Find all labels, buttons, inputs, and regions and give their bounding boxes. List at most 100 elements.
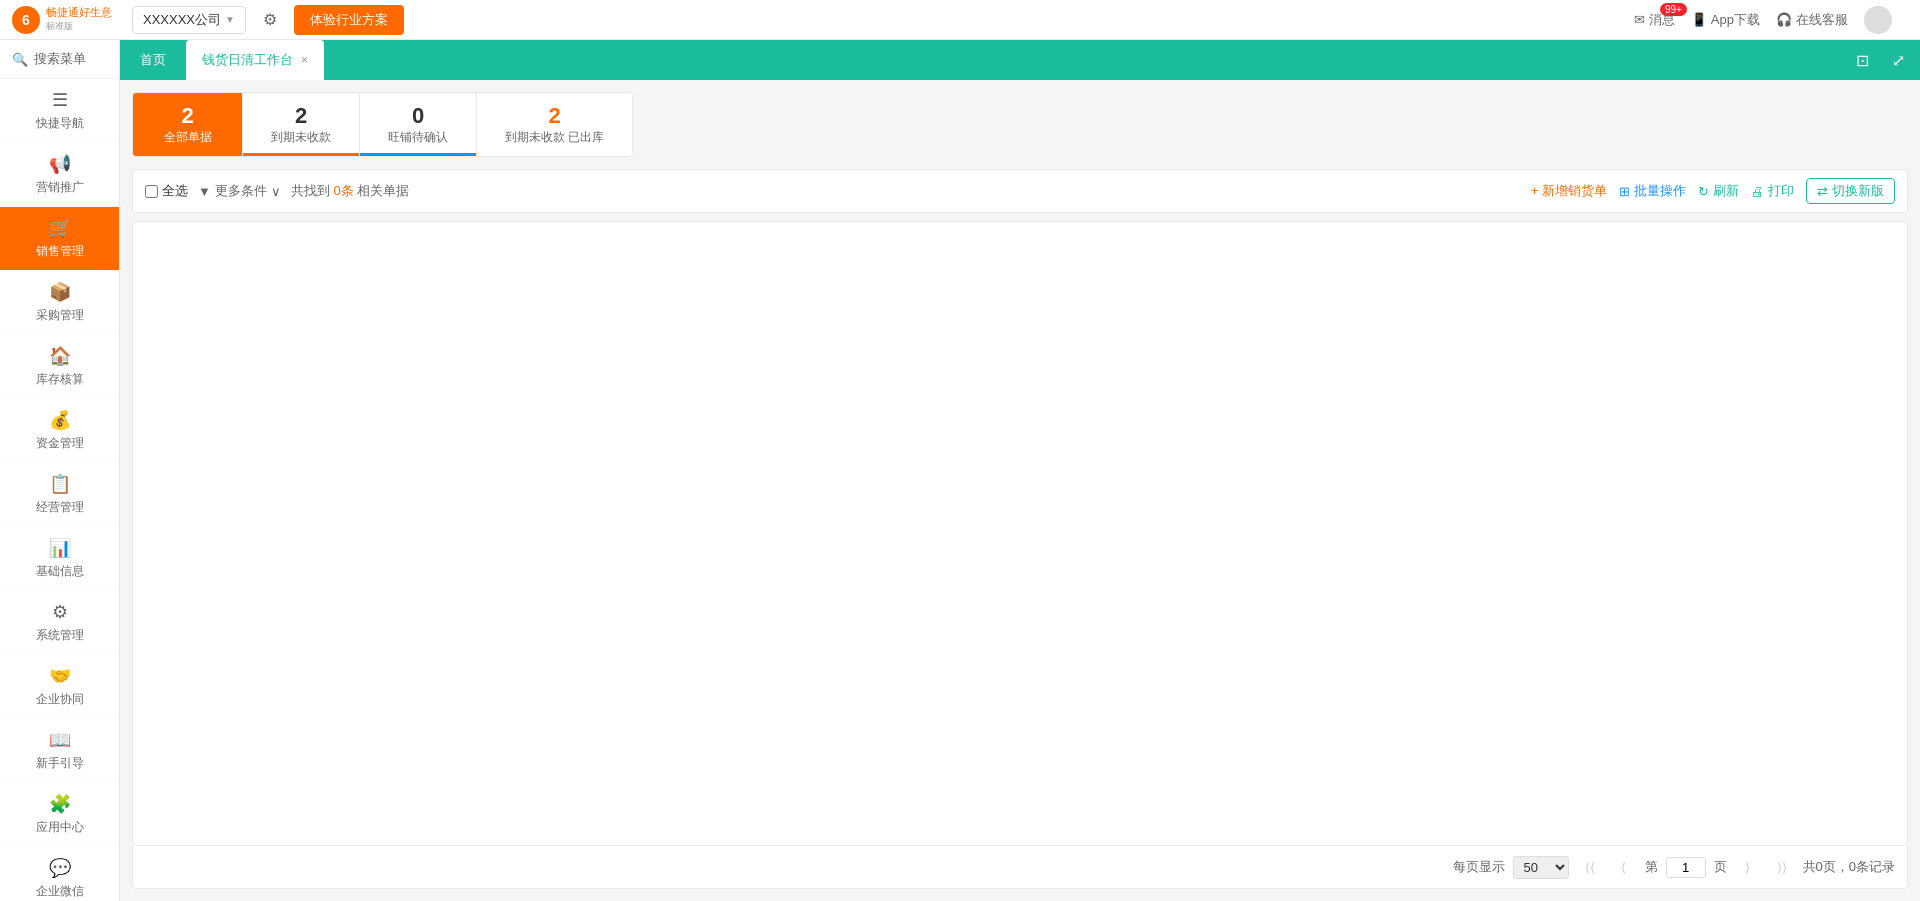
per-page-label: 每页显示	[1453, 858, 1505, 876]
prev-page-button[interactable]: ⟨	[1611, 854, 1637, 880]
search-icon: 🔍	[12, 52, 28, 67]
sidebar-item-6[interactable]: 📋经营管理	[0, 463, 119, 527]
sidebar-item-icon-6: 📋	[49, 473, 71, 495]
sidebar-search[interactable]: 🔍 搜索菜单	[0, 40, 119, 79]
sidebar-item-label-1: 营销推广	[36, 179, 84, 196]
status-tab-0[interactable]: 2 全部单据	[133, 93, 243, 156]
trial-button[interactable]: 体验行业方案	[294, 5, 404, 35]
status-tab-count-2: 0	[412, 103, 424, 129]
batch-ops-icon: ⊞	[1619, 184, 1630, 199]
filter-label: 更多条件	[215, 182, 267, 200]
status-tab-3[interactable]: 2 到期未收款 已出库	[477, 93, 632, 156]
batch-ops-button[interactable]: ⊞ 批量操作	[1619, 182, 1686, 200]
filter-arrow-icon: ∨	[271, 184, 281, 199]
page-input[interactable]	[1666, 857, 1706, 878]
sidebar-item-label-10: 新手引导	[36, 755, 84, 772]
status-tab-label-1: 到期未收款	[271, 129, 331, 146]
total-label: 共0页，0条记录	[1803, 858, 1895, 876]
logo-area: 6 畅捷通好生意 标准版	[12, 6, 132, 34]
tab-expand-button[interactable]: ⤢	[1884, 46, 1912, 74]
settings-icon-btn[interactable]: ⚙	[254, 4, 286, 36]
sidebar-item-2[interactable]: 🛒销售管理	[0, 207, 119, 271]
company-name: XXXXXX公司	[143, 11, 221, 29]
toolbar-right: + 新增销货单 ⊞ 批量操作 ↻ 刷新 🖨 打印 ⇄	[1531, 178, 1895, 204]
sidebar-item-icon-1: 📢	[49, 153, 71, 175]
sidebar-item-10[interactable]: 📖 新手引导	[0, 719, 119, 783]
top-right-area: ✉ 消息 99+ 📱 App下载 🎧 在线客服	[1634, 6, 1908, 34]
print-button[interactable]: 🖨 打印	[1751, 182, 1794, 200]
sidebar-item-label-5: 资金管理	[36, 435, 84, 452]
message-button[interactable]: ✉ 消息 99+	[1634, 11, 1675, 29]
top-bar: 6 畅捷通好生意 标准版 XXXXXX公司 ▼ ⚙ 体验行业方案 ✉ 消息 99…	[0, 0, 1920, 40]
tab-active-label: 钱货日清工作台	[202, 51, 293, 69]
online-service-label: 在线客服	[1796, 11, 1848, 29]
new-bill-button[interactable]: + 新增销货单	[1531, 182, 1607, 200]
first-page-button[interactable]: ⟨⟨	[1577, 854, 1603, 880]
sidebar-item-label-3: 采购管理	[36, 307, 84, 324]
tab-active[interactable]: 钱货日清工作台 ×	[186, 40, 324, 80]
status-tab-count-3: 2	[549, 103, 561, 129]
message-icon: ✉	[1634, 12, 1645, 27]
sidebar-item-label-7: 基础信息	[36, 563, 84, 580]
switch-version-button[interactable]: ⇄ 切换新版	[1806, 178, 1895, 204]
refresh-icon: ↻	[1698, 184, 1709, 199]
sidebar-item-1[interactable]: 📢 营销推广	[0, 143, 119, 207]
sidebar-item-label-11: 应用中心	[36, 819, 84, 836]
sidebar-item-icon-8: ⚙	[52, 601, 68, 623]
company-dropdown-arrow: ▼	[225, 14, 235, 25]
select-all-input[interactable]	[145, 185, 158, 198]
pagination: 每页显示 50 100 200 ⟨⟨ ⟨ 第 页 ⟩ ⟩⟩ 共0页，0条记录	[132, 846, 1908, 889]
refresh-button[interactable]: ↻ 刷新	[1698, 182, 1739, 200]
sidebar-item-3[interactable]: 📦 采购管理	[0, 271, 119, 335]
tab-underline	[360, 153, 476, 156]
logo-text: 畅捷通好生意	[46, 6, 112, 19]
sidebar-item-0[interactable]: ☰快捷导航	[0, 79, 119, 143]
message-badge: 99+	[1660, 3, 1687, 16]
main-layout: 🔍 搜索菜单 ☰快捷导航 📢 营销推广 🛒销售管理 📦 采购管理 🏠库存核算💰资金管理📋经营…	[0, 40, 1920, 901]
page-suffix: 页	[1714, 858, 1727, 876]
result-text: 共找到 0条 相关单据	[291, 182, 409, 200]
user-avatar[interactable]	[1864, 6, 1892, 34]
toolbar-left: 全选 ▼ 更多条件 ∨ 共找到 0条 相关单据	[145, 182, 409, 200]
tab-bar: 首页 钱货日清工作台 × ⊡ ⤢	[120, 40, 1920, 80]
print-label: 打印	[1768, 182, 1794, 200]
sidebar-item-7[interactable]: 📊 基础信息	[0, 527, 119, 591]
status-tab-count-1: 2	[295, 103, 307, 129]
app-download-button[interactable]: 📱 App下载	[1691, 11, 1760, 29]
tab-minimize-button[interactable]: ⊡	[1848, 46, 1876, 74]
select-all-checkbox[interactable]: 全选	[145, 182, 188, 200]
logo-text-area: 畅捷通好生意 标准版	[46, 6, 112, 32]
sidebar-item-9[interactable]: 🤝 企业协同	[0, 655, 119, 719]
sidebar: 🔍 搜索菜单 ☰快捷导航 📢 营销推广 🛒销售管理 📦 采购管理 🏠库存核算💰资金管理📋经营…	[0, 40, 120, 901]
sidebar-item-icon-3: 📦	[49, 281, 71, 303]
sidebar-item-icon-0: ☰	[52, 89, 68, 111]
content-area: 首页 钱货日清工作台 × ⊡ ⤢ 2 全部单据 2 到期未收款 0 旺铺待确认 …	[120, 40, 1920, 901]
status-tab-2[interactable]: 0 旺铺待确认	[360, 93, 477, 156]
table-area	[132, 221, 1908, 846]
company-selector[interactable]: XXXXXX公司 ▼	[132, 6, 246, 34]
sidebar-item-label-4: 库存核算	[36, 371, 84, 388]
status-tab-label-0: 全部单据	[164, 129, 212, 146]
per-page-select[interactable]: 50 100 200	[1513, 856, 1569, 879]
sidebar-item-8[interactable]: ⚙系统管理	[0, 591, 119, 655]
sidebar-item-4[interactable]: 🏠库存核算	[0, 335, 119, 399]
status-tab-1[interactable]: 2 到期未收款	[243, 93, 360, 156]
result-prefix: 共找到	[291, 183, 330, 198]
sidebar-item-12[interactable]: 💬企业微信	[0, 847, 119, 901]
sidebar-item-11[interactable]: 🧩应用中心	[0, 783, 119, 847]
tab-close-icon[interactable]: ×	[301, 53, 308, 67]
filter-button[interactable]: ▼ 更多条件 ∨	[198, 182, 281, 200]
toolbar: 全选 ▼ 更多条件 ∨ 共找到 0条 相关单据 + 新增销货单	[132, 169, 1908, 213]
next-page-button[interactable]: ⟩	[1735, 854, 1761, 880]
sidebar-item-5[interactable]: 💰资金管理	[0, 399, 119, 463]
online-service-button[interactable]: 🎧 在线客服	[1776, 11, 1848, 29]
filter-icon: ▼	[198, 184, 211, 199]
last-page-button[interactable]: ⟩⟩	[1769, 854, 1795, 880]
tab-home[interactable]: 首页	[120, 40, 186, 80]
sidebar-item-icon-10: 📖	[49, 729, 71, 751]
sidebar-item-icon-7: 📊	[49, 537, 71, 559]
select-all-label: 全选	[162, 182, 188, 200]
sidebar-item-icon-9: 🤝	[49, 665, 71, 687]
sidebar-item-label-9: 企业协同	[36, 691, 84, 708]
status-tab-count-0: 2	[181, 103, 193, 129]
